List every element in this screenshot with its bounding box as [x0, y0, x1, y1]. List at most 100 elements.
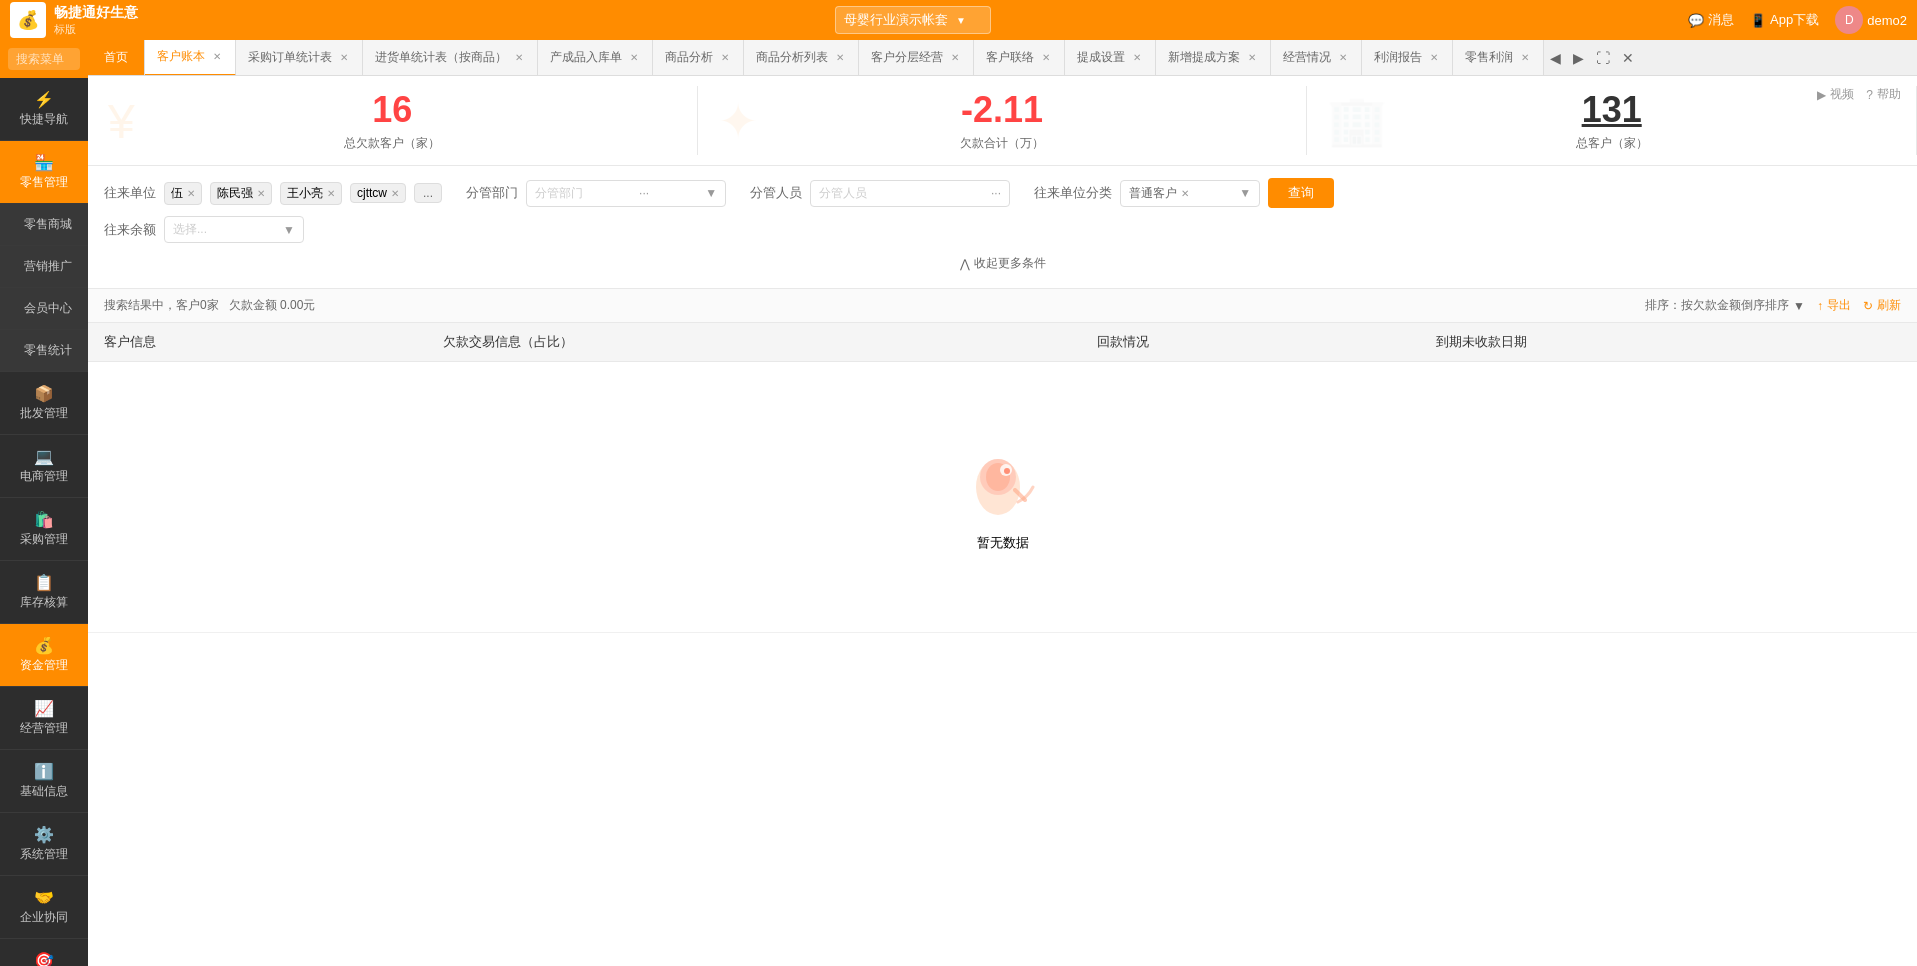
sidebar-item-label: 零售商城 [16, 216, 80, 233]
collapse-button[interactable]: ⋀ 收起更多条件 [952, 251, 1054, 276]
tab-close-all[interactable]: ✕ [1616, 50, 1640, 66]
tab-close-icon[interactable]: ✕ [1131, 50, 1143, 65]
tab-product-inbound[interactable]: 产成品入库单 ✕ [538, 40, 653, 76]
sidebar-item-quick-nav[interactable]: ⚡ 快捷导航 [0, 78, 88, 141]
sidebar-item-marketing[interactable]: 营销推广 [0, 246, 88, 288]
tab-close-icon[interactable]: ✕ [1337, 50, 1349, 65]
sidebar-item-member-center[interactable]: 会员中心 [0, 288, 88, 330]
dept-selector[interactable]: 分管部门 ··· ▼ [526, 180, 726, 207]
tab-close-icon[interactable]: ✕ [1519, 50, 1531, 65]
sidebar-search-area[interactable] [0, 40, 88, 78]
sort-label: 排序：按欠款金额倒序排序 [1645, 297, 1789, 314]
page-content: ¥ 16 总欠款客户（家） ✦ -2.11 欠款合计（万） 🏢 131 总客户（… [88, 76, 1917, 966]
tab-new-commission-plan[interactable]: 新增提成方案 ✕ [1156, 40, 1271, 76]
sidebar-item-enterprise-collab[interactable]: 🤝 企业协同 [0, 876, 88, 939]
tab-close-icon[interactable]: ✕ [834, 50, 846, 65]
tab-customer-account[interactable]: 客户账本 ✕ [145, 40, 236, 76]
dept-placeholder: 分管部门 [535, 185, 583, 202]
retail-mgmt-icon: 🏪 [8, 153, 80, 172]
sidebar-item-retail-mgmt[interactable]: 🏪 零售管理 [0, 141, 88, 204]
sidebar-item-retail-stats[interactable]: 零售统计 [0, 330, 88, 372]
message-icon: 💬 [1688, 13, 1704, 28]
unit-class-arrow: ▼ [1239, 186, 1251, 200]
tab-close-icon[interactable]: ✕ [1040, 50, 1052, 65]
system-icon: ⚙️ [8, 825, 80, 844]
filter-area: 往来单位 伍 ✕ 陈民强 ✕ 王小亮 ✕ [88, 166, 1917, 289]
sidebar-item-operations[interactable]: 📈 经营管理 [0, 687, 88, 750]
sidebar-item-label: 电商管理 [8, 468, 80, 485]
app-download-btn[interactable]: 📱 App下载 [1750, 11, 1819, 29]
inventory-icon: 📋 [8, 573, 80, 592]
tab-retail-profit[interactable]: 零售利润 ✕ [1453, 40, 1544, 76]
unit-class-selector[interactable]: 普通客户 ✕ ▼ [1120, 180, 1260, 207]
sidebar-item-label: 零售管理 [8, 174, 80, 191]
sidebar-item-purchase-mgmt[interactable]: 🛍️ 采购管理 [0, 498, 88, 561]
tab-customer-layer[interactable]: 客户分层经营 ✕ [859, 40, 974, 76]
tab-label: 新增提成方案 [1168, 49, 1240, 66]
sidebar-item-inventory[interactable]: 📋 库存核算 [0, 561, 88, 624]
sort-selector[interactable]: 排序：按欠款金额倒序排序 ▼ [1645, 297, 1805, 314]
sidebar-item-finance-mgmt[interactable]: 💰 资金管理 [0, 624, 88, 687]
export-btn[interactable]: ↑ 导出 [1817, 297, 1851, 314]
guide-icon: 🎯 [8, 951, 80, 966]
tab-label: 客户账本 [157, 48, 205, 65]
tab-close-icon[interactable]: ✕ [628, 50, 640, 65]
company-selector-area[interactable]: 母婴行业演示帐套 ▼ [835, 6, 991, 34]
tab-close-icon[interactable]: ✕ [513, 50, 525, 65]
sidebar-item-label: 零售统计 [16, 342, 80, 359]
tab-goods-analysis-list[interactable]: 商品分析列表 ✕ [744, 40, 859, 76]
video-icon: ▶ [1817, 88, 1826, 102]
stat-bg-icon-2: ✦ [718, 93, 758, 149]
logo-text: 畅捷通好生意 [54, 4, 138, 22]
refresh-btn[interactable]: ↻ 刷新 [1863, 297, 1901, 314]
video-btn[interactable]: ▶ 视频 [1817, 86, 1854, 103]
svg-point-4 [1004, 468, 1010, 474]
sidebar-item-retail-mall[interactable]: 零售商城 [0, 204, 88, 246]
tab-close-icon[interactable]: ✕ [338, 50, 350, 65]
company-selector[interactable]: 母婴行业演示帐套 ▼ [835, 6, 991, 34]
sidebar-item-ecommerce[interactable]: 💻 电商管理 [0, 435, 88, 498]
sidebar-item-system-mgmt[interactable]: ⚙️ 系统管理 [0, 813, 88, 876]
tab-purchase-order-stats[interactable]: 采购订单统计表 ✕ [236, 40, 363, 76]
message-btn[interactable]: 💬 消息 [1688, 11, 1734, 29]
stat-bg-icon-3: 🏢 [1327, 93, 1387, 149]
remove-unit-class[interactable]: ✕ [1181, 188, 1189, 199]
user-area[interactable]: D demo2 [1835, 6, 1907, 34]
tab-close-icon[interactable]: ✕ [1246, 50, 1258, 65]
tab-scroll-right[interactable]: ▶ [1567, 50, 1590, 66]
tab-maximize[interactable]: ⛶ [1590, 50, 1616, 66]
basic-info-icon: ℹ️ [8, 762, 80, 781]
ecommerce-icon: 💻 [8, 447, 80, 466]
stat-label-total-customers: 总客户（家） [1576, 135, 1648, 152]
tab-home[interactable]: 首页 [88, 40, 145, 76]
person-selector[interactable]: 分管人员 ··· [810, 180, 1010, 207]
remove-tag-wu[interactable]: ✕ [187, 188, 195, 199]
tab-goods-analysis[interactable]: 商品分析 ✕ [653, 40, 744, 76]
tab-commission-settings[interactable]: 提成设置 ✕ [1065, 40, 1156, 76]
search-input[interactable] [8, 48, 80, 70]
tab-close-icon[interactable]: ✕ [949, 50, 961, 65]
remove-tag-chen[interactable]: ✕ [257, 188, 265, 199]
sidebar-item-basic-info[interactable]: ℹ️ 基础信息 [0, 750, 88, 813]
help-btn[interactable]: ? 帮助 [1866, 86, 1901, 103]
tab-scroll-left[interactable]: ◀ [1544, 50, 1567, 66]
sort-arrow: ▼ [1793, 299, 1805, 313]
stat-value-debt-amount: -2.11 [961, 89, 1043, 131]
tab-goods-stats[interactable]: 进货单统计表（按商品） ✕ [363, 40, 538, 76]
tab-close-icon[interactable]: ✕ [1428, 50, 1440, 65]
tab-operations[interactable]: 经营情况 ✕ [1271, 40, 1362, 76]
tab-profit-report[interactable]: 利润报告 ✕ [1362, 40, 1453, 76]
tab-label: 采购订单统计表 [248, 49, 332, 66]
table-header-row: 客户信息 欠款交易信息（占比） 回款情况 到期未收款日期 [88, 323, 1917, 362]
search-button[interactable]: 查询 [1268, 178, 1334, 208]
remove-tag-wang[interactable]: ✕ [327, 188, 335, 199]
filter-more-tags[interactable]: ... [414, 183, 442, 203]
sidebar-item-wholesale-mgmt[interactable]: 📦 批发管理 [0, 372, 88, 435]
tab-customer-contact[interactable]: 客户联络 ✕ [974, 40, 1065, 76]
sidebar-item-beginner-guide[interactable]: 🎯 新手引导 [0, 939, 88, 966]
tab-close-icon[interactable]: ✕ [719, 50, 731, 65]
tab-close-icon[interactable]: ✕ [211, 49, 223, 64]
balance-arrow: ▼ [283, 223, 295, 237]
balance-selector[interactable]: 选择... ▼ [164, 216, 304, 243]
remove-tag-cjttcw[interactable]: ✕ [391, 188, 399, 199]
